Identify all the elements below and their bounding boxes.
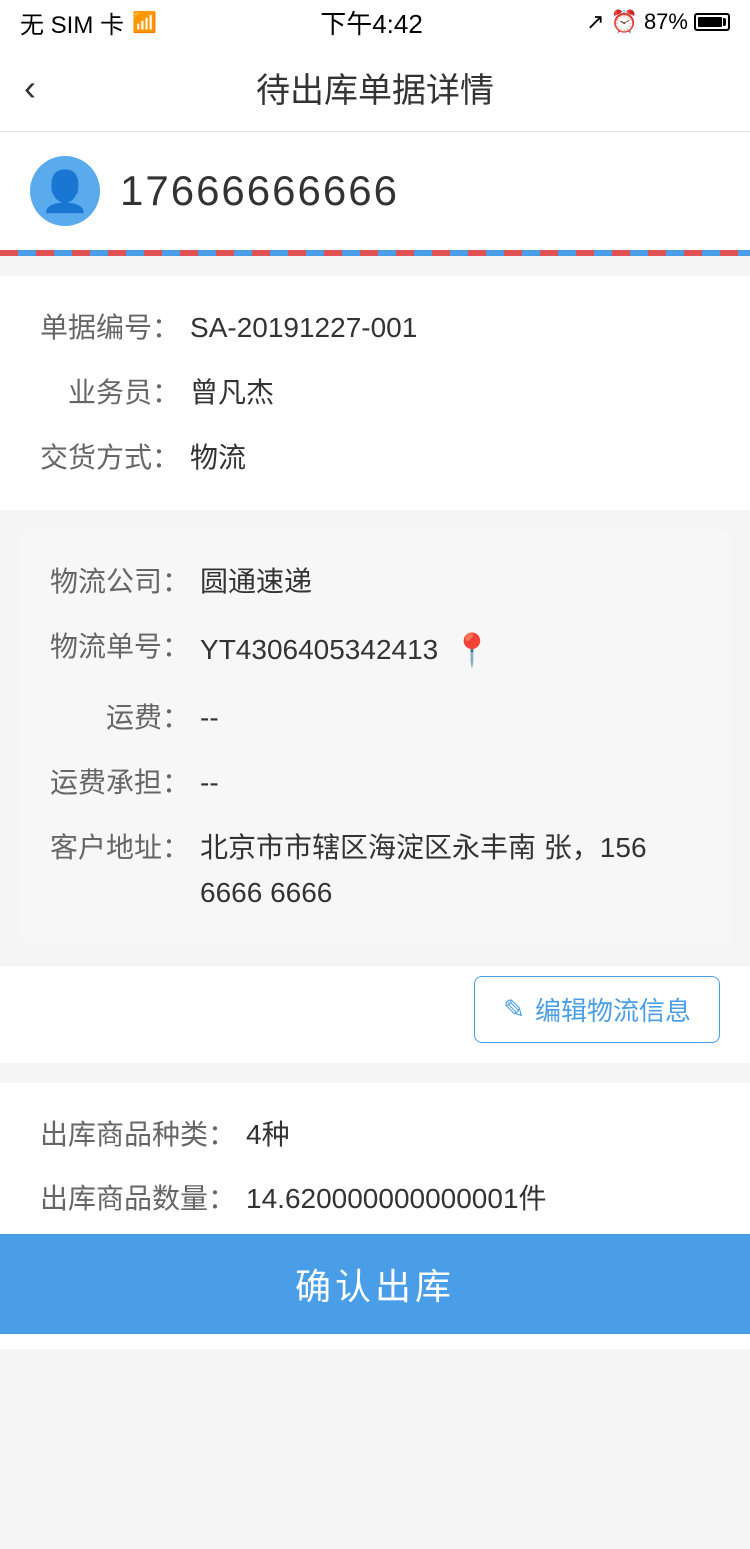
delivery-value: 物流 [190, 436, 710, 481]
goods-type-value: 4种 [246, 1113, 710, 1158]
document-number-value: SA-20191227-001 [190, 306, 710, 351]
edit-icon: ✎ [503, 994, 525, 1025]
address-row: 客户地址： 北京市市辖区海淀区永丰南 张，156 6666 6666 [50, 826, 700, 916]
wifi-icon: 📶 [132, 10, 157, 35]
confirm-btn-text: 确认出库 [295, 1258, 455, 1310]
status-right: ↗ ⏰ 87% [586, 9, 730, 35]
status-time: 下午4:42 [320, 4, 423, 41]
freight-bear-row: 运费承担： -- [50, 761, 700, 806]
freight-label: 运费： [50, 696, 190, 741]
edit-btn-label: 编辑物流信息 [535, 991, 691, 1028]
dashed-divider [0, 250, 750, 256]
delivery-label: 交货方式： [40, 436, 180, 481]
salesman-label: 业务员： [40, 371, 180, 416]
customer-header: 👤 17666666666 [0, 132, 750, 250]
status-bar: 无 SIM 卡 📶 下午4:42 ↗ ⏰ 87% [0, 0, 750, 44]
freight-row: 运费： -- [50, 696, 700, 741]
tracking-row: 物流单号： YT4306405342413 📍 [50, 625, 700, 676]
nav-bar: ‹ 待出库单据详情 [0, 44, 750, 132]
address-label: 客户地址： [50, 826, 190, 871]
document-number-row: 单据编号： SA-20191227-001 [40, 306, 710, 351]
edit-logistics-button[interactable]: ✎ 编辑物流信息 [474, 976, 720, 1043]
user-icon: 👤 [40, 168, 90, 215]
status-left: 无 SIM 卡 📶 [20, 5, 157, 40]
delivery-row: 交货方式： 物流 [40, 436, 710, 481]
back-button[interactable]: ‹ [24, 67, 36, 109]
carrier-text: 无 SIM 卡 [20, 5, 124, 40]
logistics-company-row: 物流公司： 圆通速递 [50, 560, 700, 605]
goods-quantity-value: 14.620000000000001件 [246, 1177, 710, 1222]
freight-bear-value: -- [200, 761, 700, 806]
alarm-icon: ⏰ [611, 9, 638, 35]
logistics-company-label: 物流公司： [50, 560, 190, 605]
logistics-card: 物流公司： 圆通速递 物流单号： YT4306405342413 📍 运费： -… [20, 530, 730, 945]
customer-phone: 17666666666 [120, 167, 399, 215]
bottom-spacer [0, 1349, 750, 1549]
document-number-label: 单据编号： [40, 306, 180, 351]
document-info-section: 单据编号： SA-20191227-001 业务员： 曾凡杰 交货方式： 物流 [0, 276, 750, 510]
address-value: 北京市市辖区海淀区永丰南 张，156 6666 6666 [200, 826, 700, 916]
freight-value: -- [200, 696, 700, 741]
section-divider [0, 1063, 750, 1083]
location-status-icon: ↗ [586, 9, 604, 35]
map-pin-icon[interactable]: 📍 [452, 625, 492, 676]
page-title: 待出库单据详情 [256, 63, 494, 112]
tracking-number: YT4306405342413 [200, 628, 438, 673]
avatar: 👤 [30, 156, 100, 226]
battery-percent: 87% [644, 9, 688, 35]
tracking-value: YT4306405342413 📍 [200, 625, 700, 676]
freight-bear-label: 运费承担： [50, 761, 190, 806]
goods-section: 出库商品种类： 4种 出库商品数量： 14.620000000000001件 [0, 1083, 750, 1253]
logistics-company-value: 圆通速递 [200, 560, 700, 605]
tracking-label: 物流单号： [50, 625, 190, 670]
goods-quantity-label: 出库商品数量： [40, 1177, 236, 1222]
confirm-btn-bar[interactable]: 确认出库 [0, 1234, 750, 1334]
battery-icon [694, 13, 730, 31]
salesman-value: 曾凡杰 [190, 371, 710, 416]
goods-type-label: 出库商品种类： [40, 1113, 236, 1158]
edit-btn-row: ✎ 编辑物流信息 [0, 966, 750, 1063]
goods-type-row: 出库商品种类： 4种 [40, 1113, 710, 1158]
salesman-row: 业务员： 曾凡杰 [40, 371, 710, 416]
goods-quantity-row: 出库商品数量： 14.620000000000001件 [40, 1177, 710, 1222]
